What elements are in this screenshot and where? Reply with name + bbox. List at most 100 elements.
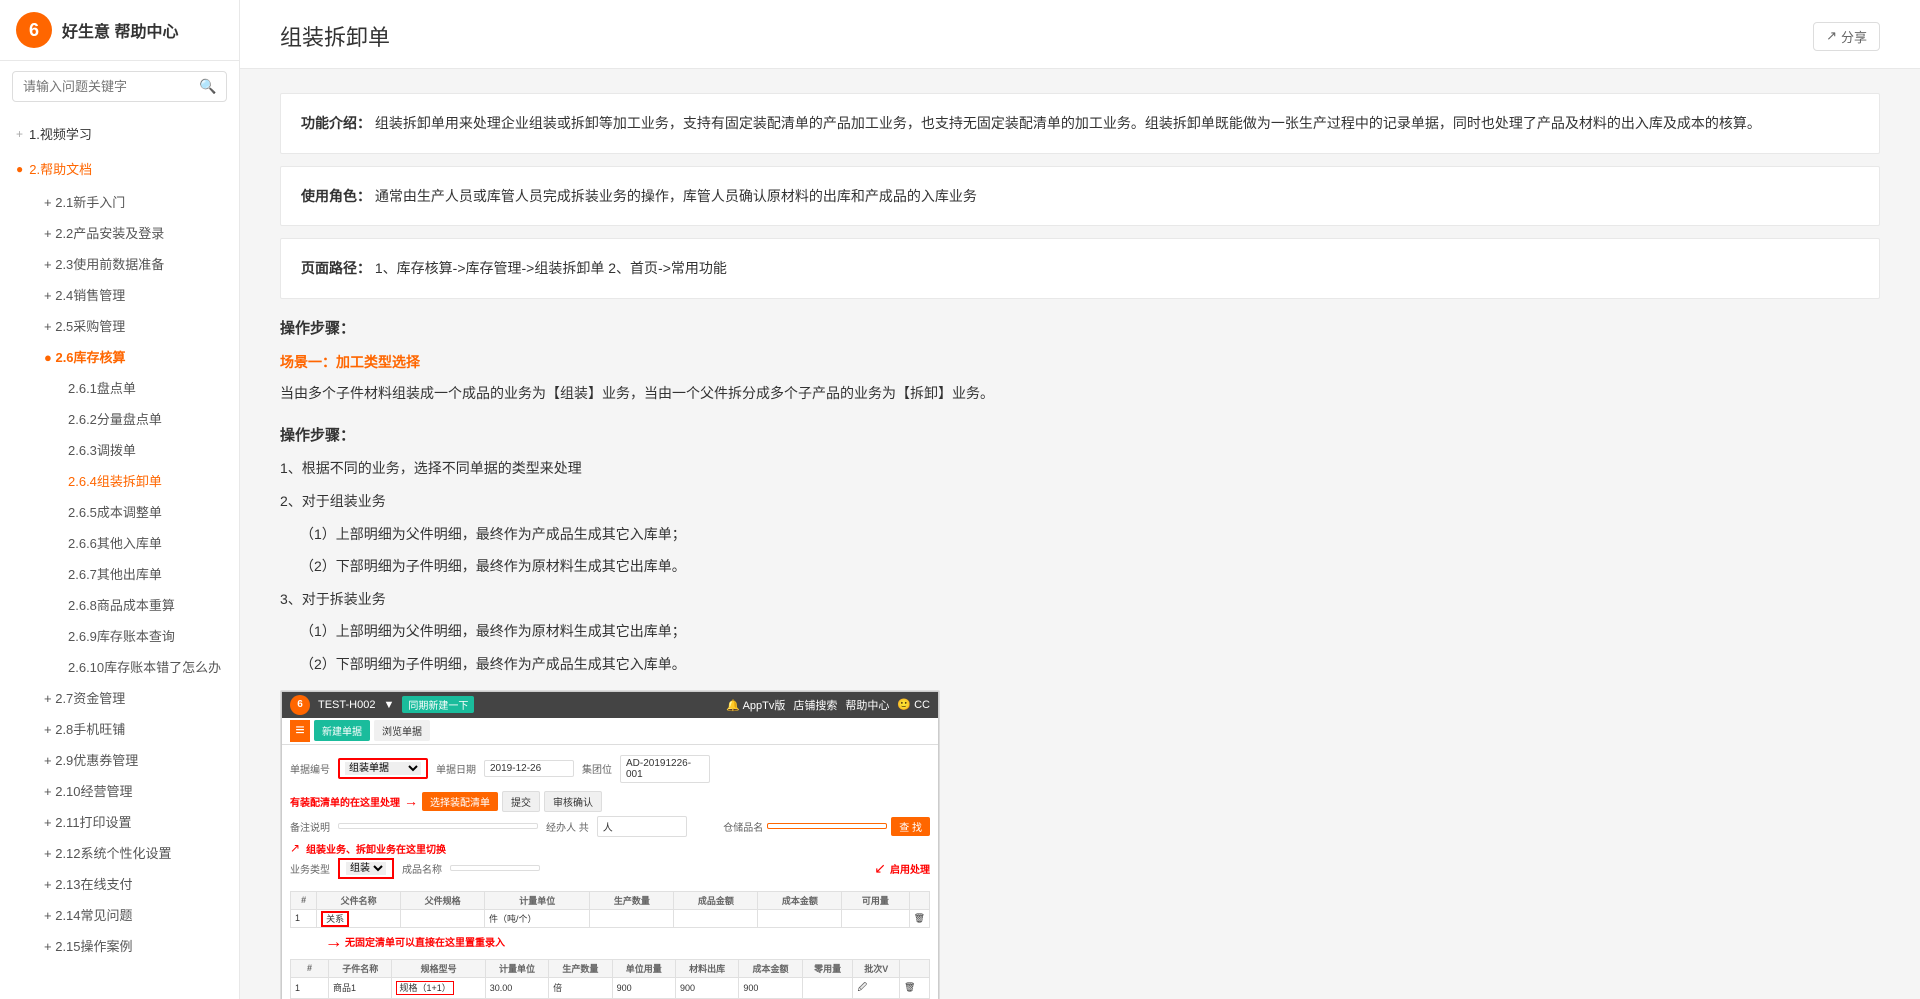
- sidebar-item-stockquery[interactable]: 2.6.9库存账本查询: [44, 620, 239, 651]
- inventory-children: 2.6.1盘点单 2.6.2分量盘点单 2.6.3调拨单 2.6.4组装拆卸单 …: [28, 372, 239, 682]
- mock-screenshot: 6 TEST-H002 ▼ 同期新建一下 🔔 AppTv版 店铺搜索 帮助中心 …: [281, 691, 939, 999]
- mock-topbar: 6 TEST-H002 ▼ 同期新建一下 🔔 AppTv版 店铺搜索 帮助中心 …: [282, 692, 938, 718]
- sidebar-item-costadj[interactable]: 2.6.5成本调整单: [44, 496, 239, 527]
- sidebar-item-goodscost[interactable]: 2.6.8商品成本重算: [44, 589, 239, 620]
- mock-tab-browse: 浏览单据: [374, 720, 430, 741]
- mock-nav-btn: 同期新建一下: [402, 696, 474, 713]
- mock-title: TEST-H002: [318, 699, 375, 711]
- expand-icon: +: [16, 127, 23, 141]
- annotation2-text: 组装业务、拆卸业务在这里切换: [306, 841, 446, 856]
- step3: 3、对于拆装业务: [280, 586, 1880, 613]
- role-label: 使用角色：: [301, 188, 371, 204]
- mock-form-area: 单据编号 请选择 组装单据 单据日期 2019-12-26 集团位 AD-201…: [290, 751, 930, 887]
- mock-form-row1: 单据编号 请选择 组装单据 单据日期 2019-12-26 集团位 AD-201…: [290, 755, 930, 812]
- sidebar-item-data[interactable]: + 2.3使用前数据准备: [28, 248, 239, 279]
- sidebar-item-stocktake[interactable]: 2.6.1盘点单: [44, 372, 239, 403]
- sidebar-item-mobile[interactable]: + 2.8手机旺铺: [28, 713, 239, 744]
- sidebar-item-ops[interactable]: + 2.10经营管理: [28, 775, 239, 806]
- parent-item-name: 关系: [321, 911, 349, 927]
- sidebar-item-inventory[interactable]: ● 2.6库存核算: [28, 341, 239, 372]
- sidebar-item-personalize[interactable]: + 2.12系统个性化设置: [28, 837, 239, 868]
- nav-sub-docs: + 2.1新手入门 + 2.2产品安装及登录 + 2.3使用前数据准备 + 2.…: [0, 186, 239, 961]
- annotation2-area: ↗ 组装业务、拆卸业务在这里切换: [290, 841, 930, 856]
- arrow-icon2: ↗: [290, 841, 300, 855]
- search-input[interactable]: [23, 79, 199, 94]
- sidebar-item-finance[interactable]: + 2.7资金管理: [28, 682, 239, 713]
- mock-logo: 6: [290, 695, 310, 715]
- mock-select-bom-btn[interactable]: 选择装配清单: [422, 792, 498, 811]
- sidebar-item-newcomer[interactable]: + 2.1新手入门: [28, 186, 239, 217]
- share-button[interactable]: ↗ 分享: [1813, 22, 1880, 51]
- sidebar-item-docs[interactable]: ● 2.帮助文档: [0, 151, 239, 186]
- annotation3-text: 启用处理: [890, 861, 930, 876]
- mock-search-btn[interactable]: 查 找: [891, 817, 930, 836]
- mock-tab-new: 新建单据: [314, 720, 370, 741]
- page-title: 组装拆卸单: [280, 20, 390, 52]
- mock-upper-table-row1: 1 关系 件（吨/个） 🗑: [291, 909, 930, 927]
- mock-subnav: ≡ 新建单据 浏览单据: [282, 718, 938, 745]
- step3-2: （2）下部明细为子件明细，最终作为产成品生成其它入库单。: [280, 651, 1880, 678]
- mock-upper-table: # 父件名称 父件规格 计量单位 生产数量 成品金额 成本金额 可用量: [290, 891, 930, 928]
- path-text: 1、库存核算->库存管理->组装拆卸单 2、首页->常用功能: [375, 260, 727, 276]
- sidebar-item-faq[interactable]: + 2.14常见问题: [28, 899, 239, 930]
- annotation3-area: ↙ 启用处理: [874, 860, 930, 877]
- role-block: 使用角色： 通常由生产人员或库管人员完成拆装业务的操作，库管人员确认原材料的出库…: [280, 166, 1880, 227]
- path-label: 页面路径：: [301, 260, 371, 276]
- arrow-icon4: ↑: [324, 940, 345, 949]
- share-icon: ↗: [1826, 28, 1837, 44]
- annotation4-text: 无固定清单可以直接在这里置重录入: [345, 934, 505, 949]
- feature-intro-text: 组装拆卸单用来处理企业组装或拆卸等加工业务，支持有固定装配清单的产品加工业务，也…: [375, 115, 1761, 131]
- screenshot-container: 6 TEST-H002 ▼ 同期新建一下 🔔 AppTv版 店铺搜索 帮助中心 …: [280, 690, 940, 999]
- scenario1-desc: 当由多个子件材料组装成一个成品的业务为【组装】业务，当由一个父件拆分成多个子产品…: [280, 380, 1880, 407]
- annotation1-area: 有装配清单的在这里处理 → 选择装配清单 提交 审核确认: [290, 791, 602, 812]
- mock-lower-table: # 子件名称 规格型号 计量单位 生产数量 单位用量 材料出库 成本金额 零用量…: [290, 959, 930, 999]
- mock-body: 单据编号 请选择 组装单据 单据日期 2019-12-26 集团位 AD-201…: [282, 745, 938, 999]
- annotation4-area: ↑ 无固定清单可以直接在这里置重录入: [330, 934, 930, 955]
- step1: 1、根据不同的业务，选择不同单据的类型来处理: [280, 455, 1880, 482]
- sidebar-item-onlinepay[interactable]: + 2.13在线支付: [28, 868, 239, 899]
- content-header: 组装拆卸单 ↗ 分享: [240, 0, 1920, 69]
- sidebar-item-install[interactable]: + 2.2产品安装及登录: [28, 217, 239, 248]
- logo-icon: 6: [16, 12, 52, 48]
- warehouse-search-area: 仓储品名 查 找: [723, 817, 930, 836]
- ops-steps-heading: 操作步骤：: [280, 317, 1880, 338]
- collapse-icon: ●: [16, 162, 23, 176]
- scenario1-heading: 场景一：加工类型选择: [280, 352, 1880, 372]
- sidebar-item-otherinput[interactable]: 2.6.6其他入库单: [44, 527, 239, 558]
- step2-1: （1）上部明细为父件明细，最终作为产成品生成其它入库单；: [280, 521, 1880, 548]
- arrow-icon1: →: [404, 793, 418, 809]
- mock-type-dropdown[interactable]: 请选择 组装单据: [345, 762, 421, 775]
- search-icon[interactable]: 🔍: [199, 78, 216, 95]
- search-box[interactable]: 🔍: [12, 71, 227, 102]
- annotation1-text: 有装配清单的在这里处理: [290, 794, 400, 809]
- sidebar-item-assembly[interactable]: 2.6.4组装拆卸单: [44, 465, 239, 496]
- sidebar-item-sales[interactable]: + 2.4销售管理: [28, 279, 239, 310]
- role-text: 通常由生产人员或库管人员完成拆装业务的操作，库管人员确认原材料的出库和产成品的入…: [375, 188, 977, 204]
- sidebar-item-stockerr[interactable]: 2.6.10库存账本错了怎么办: [44, 651, 239, 682]
- feature-intro-label: 功能介绍：: [301, 115, 371, 131]
- content-body: 功能介绍： 组装拆卸单用来处理企业组装或拆卸等加工业务，支持有固定装配清单的产品…: [240, 69, 1920, 999]
- feature-intro-block: 功能介绍： 组装拆卸单用来处理企业组装或拆卸等加工业务，支持有固定装配清单的产品…: [280, 93, 1880, 154]
- sidebar-header: 6 好生意 帮助中心: [0, 0, 239, 61]
- mock-form-row2: 备注说明 经办人 共 人 仓储品名 查 找: [290, 816, 930, 837]
- app-name: 好生意 帮助中心: [62, 18, 178, 42]
- mock-lower-row1: 1 商品1 规格（1+1） 30.00 倍 900 900 900: [291, 977, 930, 998]
- sidebar-item-otherout[interactable]: 2.6.7其他出库单: [44, 558, 239, 589]
- sidebar-item-adjust[interactable]: 2.6.3调拨单: [44, 434, 239, 465]
- sidebar: 6 好生意 帮助中心 🔍 + 1.视频学习 ● 2.帮助文档 + 2.1新手入门…: [0, 0, 240, 999]
- main-content: 组装拆卸单 ↗ 分享 功能介绍： 组装拆卸单用来处理企业组装或拆卸等加工业务，支…: [240, 0, 1920, 999]
- mock-submit-btn: 提交: [502, 791, 540, 812]
- sidebar-item-partial[interactable]: 2.6.2分量盘点单: [44, 403, 239, 434]
- mock-biz-type-dropdown[interactable]: 组装 拆卸: [346, 862, 386, 875]
- sidebar-item-print[interactable]: + 2.11打印设置: [28, 806, 239, 837]
- sidebar-item-purchase[interactable]: + 2.5采购管理: [28, 310, 239, 341]
- sidebar-item-coupon[interactable]: + 2.9优惠券管理: [28, 744, 239, 775]
- mock-type-row: 业务类型 组装 拆卸 成品名称: [290, 858, 930, 879]
- mock-sidebar-icon: ≡: [290, 720, 310, 742]
- sidebar-item-video[interactable]: + 1.视频学习: [0, 116, 239, 151]
- sidebar-item-cases[interactable]: + 2.15操作案例: [28, 930, 239, 961]
- ops-steps2-heading: 操作步骤：: [280, 424, 1880, 445]
- mock-biz-type: 组装 拆卸: [338, 858, 394, 879]
- arrow-icon3: ↙: [874, 860, 886, 877]
- nav-section: + 1.视频学习 ● 2.帮助文档 + 2.1新手入门 + 2.2产品安装及登录…: [0, 112, 239, 965]
